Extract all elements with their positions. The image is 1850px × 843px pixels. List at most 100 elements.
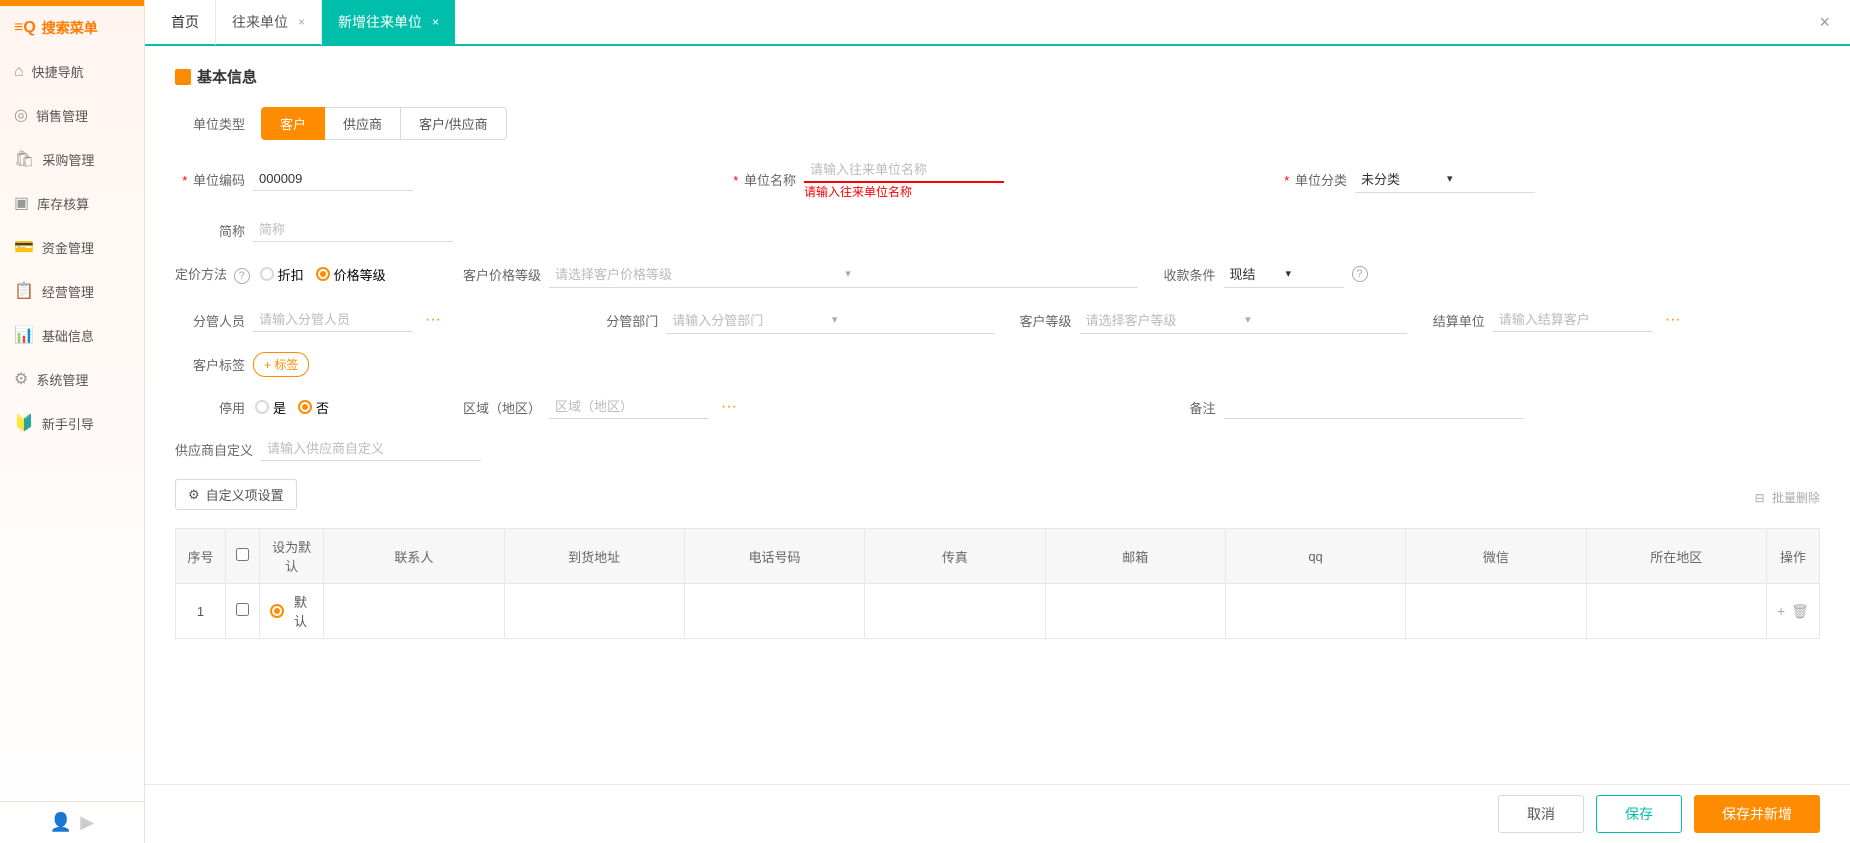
sidebar-search-label: 搜索菜单 [42,18,98,38]
col-checkbox[interactable] [226,529,260,584]
sidebar-item-basic[interactable]: 📊 基础信息 [0,313,144,357]
row-default-radio[interactable]: 默认 [270,592,313,630]
unit-type-group: 客户 供应商 客户/供应商 [261,107,507,140]
sidebar-item-label: 资金管理 [42,238,94,257]
sidebar-item-system[interactable]: ⚙ 系统管理 [0,357,144,401]
finance-icon: 💳 [14,237,34,257]
manager-more-btn[interactable]: ··· [421,311,445,329]
home-icon: ⌂ [14,63,24,81]
short-name-input[interactable] [253,218,453,242]
department-field: 分管部门 请输入分管部门 ▾ [588,306,993,334]
contact-input[interactable] [334,600,493,623]
chevron-down-icon-2: ▾ [845,267,1131,280]
region-input[interactable] [549,395,709,419]
sidebar-item-label: 库存核算 [37,194,89,213]
tab-partners-close[interactable]: × [298,16,305,28]
unit-type-supplier-btn[interactable]: 供应商 [325,107,401,140]
sidebar-bottom: 👤 ▶ [0,801,144,843]
row-contact[interactable] [324,584,504,639]
phone-input[interactable] [695,600,854,623]
sidebar-item-purchase[interactable]: 🛍 采购管理 [0,137,144,181]
row-phone[interactable] [684,584,864,639]
sidebar-item-quick-nav[interactable]: ⌂ 快捷导航 [0,50,144,93]
radio-discount[interactable]: 折扣 [260,265,304,284]
save-new-button[interactable]: 保存并新增 [1694,795,1820,833]
sidebar-item-inventory[interactable]: ▣ 库存核算 [0,181,144,225]
payment-terms-select[interactable]: 现结 ▾ [1224,260,1344,288]
tab-new-partner[interactable]: 新增往来单位 × [322,0,455,45]
customer-level-label: 客户等级 [1002,311,1072,330]
unit-category-select[interactable]: 未分类 ▾ [1355,165,1535,193]
tab-bar-close-button[interactable]: × [1809,12,1840,33]
settlement-unit-input[interactable] [1493,308,1653,332]
cancel-button[interactable]: 取消 [1498,795,1584,833]
pricing-help-icon[interactable]: ? [234,268,250,284]
tab-partners[interactable]: 往来单位 × [216,0,322,45]
select-all-checkbox[interactable] [236,548,249,561]
qq-input[interactable] [1236,600,1395,623]
row-checkbox[interactable] [236,603,249,616]
sidebar-item-label: 经营管理 [42,282,94,301]
customer-level-field: 客户等级 请选择客户等级 ▾ [1002,306,1407,334]
supplier-custom-input[interactable] [261,437,481,461]
row-add-btn[interactable]: + [1777,603,1785,619]
sidebar-user-icon[interactable]: 👤 [50,812,72,833]
sidebar-item-sales[interactable]: ◎ 销售管理 [0,93,144,137]
row-fax[interactable] [865,584,1045,639]
unit-type-both-btn[interactable]: 客户/供应商 [401,107,507,140]
default-label: 默认 [288,592,313,630]
tab-new-partner-close[interactable]: × [432,16,439,28]
custom-settings-button[interactable]: ⚙ 自定义项设置 [175,479,297,510]
payment-help-icon[interactable]: ? [1352,266,1368,282]
manager-input[interactable] [253,308,413,332]
notes-input[interactable] [1224,395,1524,419]
short-name-row: 简称 [175,218,1820,242]
disabled-field: 停用 是 否 [175,398,455,417]
radio-price-level[interactable]: 价格等级 [316,265,386,284]
row-region[interactable] [1586,584,1766,639]
sidebar-item-finance[interactable]: 💳 资金管理 [0,225,144,269]
customer-level-select[interactable]: 请选择客户等级 ▾ [1080,306,1407,334]
row-delete-btn[interactable]: 🗑 [1791,603,1809,620]
sidebar-expand-icon[interactable]: ▶ [80,812,94,833]
sales-icon: ◎ [14,105,28,125]
tag-add-label: + 标签 [264,356,298,373]
radio-yes-label: 是 [273,398,286,417]
row-default-cell[interactable]: 默认 [260,584,324,639]
tab-home[interactable]: 首页 [155,0,216,45]
row-email[interactable] [1045,584,1225,639]
notes-field: 备注 [1146,395,1821,419]
unit-name-input[interactable] [804,158,1004,183]
row-wechat[interactable] [1406,584,1586,639]
settlement-unit-label: 结算单位 [1415,311,1485,330]
radio-disabled-no[interactable]: 否 [298,398,329,417]
sidebar-search-item[interactable]: ≡Q 搜索菜单 [0,6,144,50]
col-wechat: 微信 [1406,529,1586,584]
sidebar-item-guide[interactable]: 🔰 新手引导 [0,401,144,445]
customer-price-level-label: 客户价格等级 [463,265,541,284]
row-actions-cell: + 🗑 [1766,584,1819,639]
email-input[interactable] [1056,600,1215,623]
fax-input[interactable] [875,600,1034,623]
unit-code-input[interactable] [253,167,413,191]
batch-delete-button[interactable]: ⊟ 批量删除 [1755,489,1820,506]
customer-price-level-select[interactable]: 请选择客户价格等级 ▾ [549,260,1137,288]
sidebar-item-operation[interactable]: 📋 经营管理 [0,269,144,313]
pricing-method-label: 定价方法 ? [175,264,250,284]
settlement-more-btn[interactable]: ··· [1661,311,1685,329]
row-address[interactable] [504,584,684,639]
manager-row: 分管人员 ··· 分管部门 请输入分管部门 ▾ 客户等级 请选择客户等级 ▾ [175,306,1820,334]
unit-type-customer-btn[interactable]: 客户 [261,107,325,140]
row-region-input[interactable] [1597,600,1756,623]
address-input[interactable] [515,600,674,623]
row-qq[interactable] [1225,584,1405,639]
save-button[interactable]: 保存 [1596,795,1682,833]
region-more-btn[interactable]: ··· [717,398,741,416]
footer: 取消 保存 保存并新增 [145,784,1850,843]
tag-add-button[interactable]: + 标签 [253,352,309,377]
radio-disabled-yes[interactable]: 是 [255,398,286,417]
department-select[interactable]: 请输入分管部门 ▾ [666,306,993,334]
row-checkbox-cell[interactable] [226,584,260,639]
tab-partners-label: 往来单位 [232,12,288,32]
wechat-input[interactable] [1416,600,1575,623]
